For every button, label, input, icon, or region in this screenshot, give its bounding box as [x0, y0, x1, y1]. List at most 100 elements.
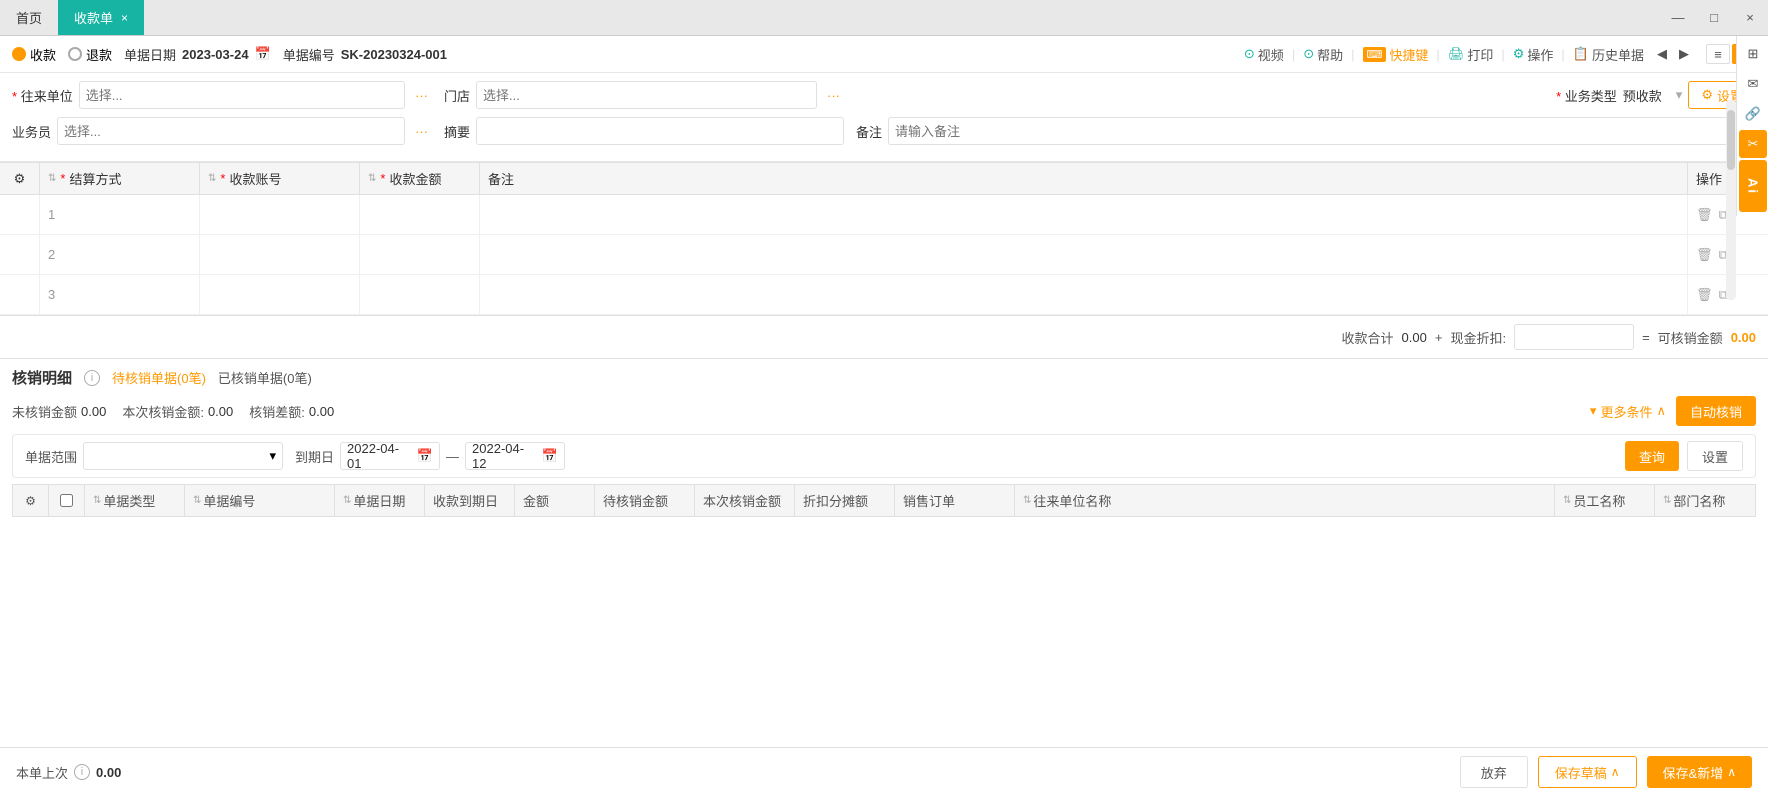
- th-gear[interactable]: ⚙: [0, 163, 40, 194]
- rec-table-header: ⚙ ⇅ 单据类型 ⇅ 单据编号 ⇅ 单据日期 收款到期日: [12, 484, 1756, 517]
- save-new-chevron: ∧: [1727, 765, 1736, 779]
- done-tab[interactable]: 已核销单据(0笔): [218, 368, 312, 387]
- reconcile-info-icon[interactable]: i: [84, 370, 100, 386]
- staff-more-btn[interactable]: ···: [411, 124, 432, 139]
- minimize-button[interactable]: —: [1660, 0, 1696, 36]
- delete-icon-2[interactable]: 🗑: [1696, 247, 1713, 263]
- td-settle-3: 3: [40, 275, 200, 314]
- counterpart-input[interactable]: [79, 81, 405, 109]
- nav-prev[interactable]: ◀: [1652, 44, 1672, 64]
- business-type-dropdown[interactable]: ▾: [1676, 87, 1683, 103]
- td-remark-3[interactable]: [480, 275, 1688, 314]
- range-select[interactable]: ▾: [83, 442, 283, 470]
- this-order-value: 0.00: [96, 765, 121, 780]
- auto-reconcile-button[interactable]: 自动核销: [1676, 396, 1756, 426]
- sidebar-link-icon[interactable]: 🔗: [1739, 100, 1767, 128]
- tab-close-icon[interactable]: ×: [121, 11, 128, 25]
- abandon-button[interactable]: 放弃: [1460, 756, 1528, 788]
- summary-input[interactable]: [476, 117, 844, 145]
- delete-icon-1[interactable]: 🗑: [1696, 207, 1713, 223]
- range-label: 单据范围: [25, 447, 77, 466]
- more-filter[interactable]: ▾ 更多条件 ∧: [1590, 402, 1666, 421]
- tab-bar: 首页 收款单 × — □ ×: [0, 0, 1768, 36]
- td-settle-1: 1: [40, 195, 200, 234]
- unchecked-label: 未核销金额: [12, 402, 77, 421]
- td-account-1[interactable]: [200, 195, 360, 234]
- history-action[interactable]: 📋 历史单据: [1573, 45, 1644, 64]
- query-button[interactable]: 查询: [1625, 441, 1679, 471]
- sidebar-screenshot-icon[interactable]: ✂: [1739, 130, 1767, 158]
- equals-sign: =: [1642, 330, 1650, 345]
- store-input[interactable]: [476, 81, 817, 109]
- gear-icon: ⚙: [1701, 87, 1713, 103]
- calendar-icon[interactable]: 📅: [255, 46, 271, 62]
- nav-arrows: ◀ ▶: [1652, 44, 1694, 64]
- receipt-type-group: 收款 退款: [12, 45, 112, 64]
- video-action[interactable]: ⊙ 视频: [1244, 45, 1284, 64]
- close-button[interactable]: ×: [1732, 0, 1768, 36]
- nav-next[interactable]: ▶: [1674, 44, 1694, 64]
- reconcile-stats: 未核销金额 0.00 本次核销金额: 0.00 核销差额: 0.00 ▾ 更多条…: [0, 392, 1768, 434]
- counterpart-more-btn[interactable]: ···: [411, 88, 432, 103]
- help-action[interactable]: ⊙ 帮助: [1303, 45, 1343, 64]
- total-label: 收款合计: [1342, 328, 1394, 347]
- tab-receipt[interactable]: 收款单 ×: [58, 0, 144, 35]
- list-view-icon[interactable]: ≡: [1706, 44, 1730, 64]
- td-remark-2[interactable]: [480, 235, 1688, 274]
- sidebar-mail-icon[interactable]: ✉: [1739, 70, 1767, 98]
- bottom-bar: 本单上次 i 0.00 放弃 保存草稿 ∧ 保存&新增 ∧: [0, 747, 1768, 796]
- help-icon: ⊙: [1303, 46, 1314, 62]
- scrollbar-thumb[interactable]: [1727, 110, 1735, 170]
- calendar-from-icon[interactable]: 📅: [417, 448, 433, 464]
- rec-th-checkbox[interactable]: [49, 485, 85, 516]
- td-amount-1[interactable]: [360, 195, 480, 234]
- delete-icon-3[interactable]: 🗑: [1696, 287, 1713, 303]
- ai-button[interactable]: Ai: [1739, 160, 1767, 212]
- available-label: 可核销金额: [1658, 328, 1723, 347]
- tab-home[interactable]: 首页: [0, 0, 58, 35]
- bottom-right: 放弃 保存草稿 ∧ 保存&新增 ∧: [1460, 756, 1752, 788]
- video-icon: ⊙: [1244, 46, 1255, 62]
- calendar-to-icon[interactable]: 📅: [542, 448, 558, 464]
- staff-label: 业务员: [12, 122, 51, 141]
- rec-th-gear[interactable]: ⚙: [13, 485, 49, 516]
- shortcut-action[interactable]: ⌨ 快捷键: [1363, 45, 1429, 64]
- rec-th-this: 本次核销金额: [695, 485, 795, 516]
- history-label: 历史单据: [1592, 45, 1644, 64]
- operation-action[interactable]: ⚙ 操作: [1513, 45, 1554, 64]
- date-to-input[interactable]: 2022-04-12 📅: [465, 442, 565, 470]
- staff-field: 业务员 ···: [12, 117, 432, 145]
- th-settle: ⇅ * 结算方式: [40, 163, 200, 194]
- td-amount-3[interactable]: [360, 275, 480, 314]
- save-draft-button[interactable]: 保存草稿 ∧: [1538, 756, 1637, 788]
- remark-input[interactable]: [888, 117, 1756, 145]
- staff-input[interactable]: [57, 117, 405, 145]
- rec-th-dept: ⇅ 部门名称: [1655, 485, 1755, 516]
- td-remark-1[interactable]: [480, 195, 1688, 234]
- save-new-button[interactable]: 保存&新增 ∧: [1647, 756, 1752, 788]
- th-amount: ⇅ * 收款金额: [360, 163, 480, 194]
- maximize-button[interactable]: □: [1696, 0, 1732, 36]
- history-icon: 📋: [1573, 46, 1589, 62]
- td-amount-2[interactable]: [360, 235, 480, 274]
- discount-input[interactable]: [1514, 324, 1634, 350]
- this-reconcile-label: 本次核销金额:: [122, 402, 204, 421]
- print-action[interactable]: 🖨 打印: [1448, 45, 1494, 64]
- receipt-radio[interactable]: 收款: [12, 45, 56, 64]
- td-account-3[interactable]: [200, 275, 360, 314]
- bill-date-field: 单据日期 2023-03-24 📅: [124, 45, 271, 64]
- select-all-checkbox[interactable]: [60, 494, 73, 507]
- bottom-info-icon[interactable]: i: [74, 764, 90, 780]
- reconcile-settings-button[interactable]: 设置: [1687, 441, 1743, 471]
- scrollbar[interactable]: [1726, 100, 1736, 300]
- rec-th-unit: ⇅ 往来单位名称: [1015, 485, 1555, 516]
- td-account-2[interactable]: [200, 235, 360, 274]
- store-more-btn[interactable]: ···: [823, 88, 844, 103]
- date-from-input[interactable]: 2022-04-01 📅: [340, 442, 440, 470]
- range-field: 单据范围 ▾: [25, 442, 283, 470]
- pending-tab[interactable]: 待核销单据(0笔): [112, 368, 206, 387]
- refund-radio[interactable]: 退款: [68, 45, 112, 64]
- sidebar-table-icon[interactable]: ⊞: [1739, 40, 1767, 68]
- th-remark: 备注: [480, 163, 1688, 194]
- plus-sign: +: [1435, 330, 1443, 345]
